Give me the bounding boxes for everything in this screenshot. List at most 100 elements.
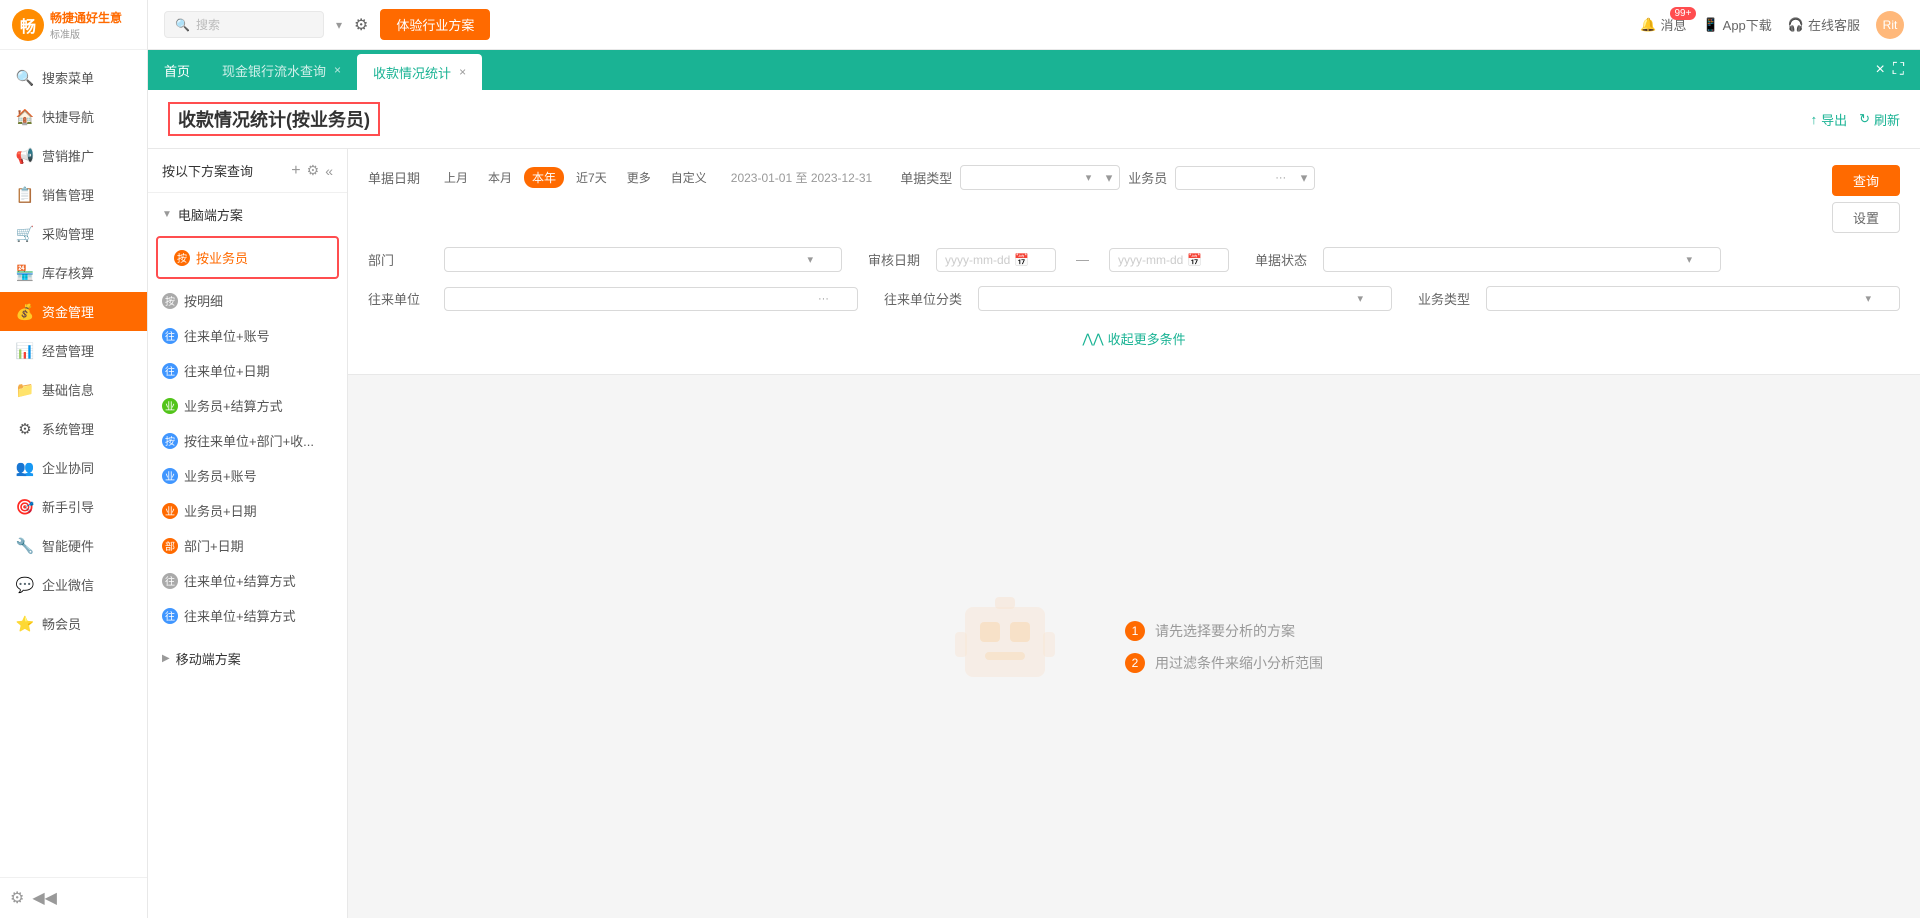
logo-area: 畅 畅捷通好生意 标准版 bbox=[0, 0, 147, 50]
tree-item-salesperson-date[interactable]: 业 业务员+日期 bbox=[148, 493, 347, 528]
tab-bar: 首页 现金银行流水查询 × 收款情况统计 × × ⛶ bbox=[148, 50, 1920, 90]
step-2-number: 2 bbox=[1125, 653, 1145, 673]
refresh-icon: ↻ bbox=[1859, 111, 1870, 127]
voucher-type-label: 单据类型 bbox=[900, 168, 952, 187]
date-tab-more[interactable]: 更多 bbox=[619, 167, 659, 188]
panel-header-title: 按以下方案查询 bbox=[162, 161, 253, 180]
audit-date-label: 审核日期 bbox=[868, 250, 920, 269]
partner-settlement1-icon: 往 bbox=[162, 573, 178, 589]
collapse-sidebar-icon[interactable]: ◀◀ bbox=[32, 888, 57, 908]
tree-item-salesperson-settlement[interactable]: 业 业务员+结算方式 bbox=[148, 388, 347, 423]
partner-account-icon: 往 bbox=[162, 328, 178, 344]
tree-item-dept-date[interactable]: 部 部门+日期 bbox=[148, 528, 347, 563]
date-tab-this-month[interactable]: 本月 bbox=[480, 167, 520, 188]
detail-item-icon: 按 bbox=[162, 293, 178, 309]
audit-date-start[interactable]: yyyy-mm-dd 📅 bbox=[936, 248, 1056, 272]
messages-button[interactable]: 🔔 消息 99+ bbox=[1640, 15, 1686, 34]
calendar-icon-end: 📅 bbox=[1187, 253, 1202, 267]
sidebar-item-sales[interactable]: 📋 销售管理 bbox=[0, 175, 147, 214]
tree-item-partner-settlement2[interactable]: 往 往来单位+结算方式 bbox=[148, 598, 347, 633]
page-header: 收款情况统计(按业务员) ↑ 导出 ↻ 刷新 bbox=[148, 90, 1920, 149]
biz-type-select[interactable]: ▾ bbox=[1486, 286, 1900, 311]
tree-group-desktop-title[interactable]: ▼ 电脑端方案 bbox=[148, 197, 347, 232]
sidebar-item-inventory[interactable]: 🏪 库存核算 bbox=[0, 253, 147, 292]
collapse-row: ⋀⋀ 收起更多条件 bbox=[368, 319, 1900, 358]
logo-icon: 畅 bbox=[12, 9, 44, 41]
salesperson-date-icon: 业 bbox=[162, 503, 178, 519]
settings-bottom-icon[interactable]: ⚙ bbox=[10, 888, 24, 908]
settings-button[interactable]: 设置 bbox=[1832, 202, 1900, 233]
date-tab-last-month[interactable]: 上月 bbox=[436, 167, 476, 188]
sidebar-item-member[interactable]: ⭐ 畅会员 bbox=[0, 604, 147, 643]
purchase-icon: 🛒 bbox=[16, 225, 34, 243]
sidebar-item-marketing[interactable]: 📢 营销推广 bbox=[0, 136, 147, 175]
salesperson-select-wrapper: ··· bbox=[1175, 166, 1315, 190]
export-button[interactable]: ↑ 导出 bbox=[1811, 110, 1848, 129]
sidebar-item-guide[interactable]: 🎯 新手引导 bbox=[0, 487, 147, 526]
dept-select[interactable]: ▾ bbox=[444, 247, 842, 272]
audit-date-end[interactable]: yyyy-mm-dd 📅 bbox=[1109, 248, 1229, 272]
tree-item-partner-dept[interactable]: 按 按往来单位+部门+收... bbox=[148, 423, 347, 458]
dept-date-icon: 部 bbox=[162, 538, 178, 554]
enterprise-icon: 👥 bbox=[16, 459, 34, 477]
panel-header-icons: + ⚙ « bbox=[291, 162, 333, 180]
tab-collection-stats-close[interactable]: × bbox=[459, 65, 466, 79]
page-content: 收款情况统计(按业务员) ↑ 导出 ↻ 刷新 按以下方案查询 + bbox=[148, 90, 1920, 918]
partner-category-select[interactable]: ▾ bbox=[978, 286, 1392, 311]
date-tab-custom[interactable]: 自定义 bbox=[663, 167, 715, 188]
sidebar-item-quicknav[interactable]: 🏠 快捷导航 bbox=[0, 97, 147, 136]
panel-collapse-icon[interactable]: « bbox=[325, 163, 333, 179]
sidebar-item-system[interactable]: ⚙ 系统管理 bbox=[0, 409, 147, 448]
trial-button[interactable]: 体验行业方案 bbox=[380, 9, 490, 40]
tab-expand-button[interactable]: ⛶ bbox=[1893, 61, 1904, 79]
salesperson-select[interactable]: ··· bbox=[1175, 166, 1315, 190]
refresh-button[interactable]: ↻ 刷新 bbox=[1859, 110, 1900, 129]
sidebar-item-wechat[interactable]: 💬 企业微信 bbox=[0, 565, 147, 604]
tab-close-all-button[interactable]: × bbox=[1875, 61, 1884, 79]
partner-select[interactable]: ··· bbox=[444, 287, 858, 311]
partner-settlement2-icon: 往 bbox=[162, 608, 178, 624]
tree-item-partner-settlement1[interactable]: 往 往来单位+结算方式 bbox=[148, 563, 347, 598]
panel-header: 按以下方案查询 + ⚙ « bbox=[148, 149, 347, 193]
tab-bank-flow-close[interactable]: × bbox=[334, 63, 341, 77]
header-gear-icon[interactable]: ⚙ bbox=[354, 15, 368, 35]
hardware-icon: 🔧 bbox=[16, 537, 34, 555]
tree-item-by-salesperson[interactable]: 按 按业务员 bbox=[160, 240, 335, 275]
tree-item-partner-date[interactable]: 往 往来单位+日期 bbox=[148, 353, 347, 388]
empty-step-1: 1 请先选择要分析的方案 bbox=[1125, 621, 1323, 641]
sidebar-item-basic-info[interactable]: 📁 基础信息 bbox=[0, 370, 147, 409]
tab-collection-stats[interactable]: 收款情况统计 × bbox=[357, 54, 482, 90]
tree-group-mobile-title[interactable]: ▶ 移动端方案 bbox=[148, 641, 347, 676]
tree-item-partner-account[interactable]: 往 往来单位+账号 bbox=[148, 318, 347, 353]
system-icon: ⚙ bbox=[16, 420, 34, 438]
sidebar-item-hardware[interactable]: 🔧 智能硬件 bbox=[0, 526, 147, 565]
collapse-button[interactable]: ⋀⋀ 收起更多条件 bbox=[368, 319, 1900, 358]
online-service-button[interactable]: 🎧 在线客服 bbox=[1788, 15, 1860, 34]
voucher-status-select[interactable]: ▾ bbox=[1323, 247, 1721, 272]
tree-item-salesperson-account[interactable]: 业 业务员+账号 bbox=[148, 458, 347, 493]
header-workspace-dropdown[interactable]: ▾ bbox=[336, 18, 342, 32]
user-avatar[interactable]: Rit bbox=[1876, 11, 1904, 39]
date-tab-7days[interactable]: 近7天 bbox=[568, 167, 615, 188]
wechat-icon: 💬 bbox=[16, 576, 34, 594]
sidebar-item-enterprise[interactable]: 👥 企业协同 bbox=[0, 448, 147, 487]
home-icon: 🏠 bbox=[16, 108, 34, 126]
sidebar-item-finance[interactable]: 💰 资金管理 bbox=[0, 292, 147, 331]
sidebar-item-search[interactable]: 🔍 搜索菜单 bbox=[0, 58, 147, 97]
query-button[interactable]: 查询 bbox=[1832, 165, 1900, 196]
sidebar-item-purchase[interactable]: 🛒 采购管理 bbox=[0, 214, 147, 253]
tab-home[interactable]: 首页 bbox=[148, 50, 206, 90]
header-search-box[interactable]: 🔍 搜索 bbox=[164, 11, 324, 38]
panel-add-icon[interactable]: + bbox=[291, 162, 300, 180]
voucher-type-select[interactable]: ▾ bbox=[960, 165, 1120, 190]
sidebar-item-operations[interactable]: 📊 经营管理 bbox=[0, 331, 147, 370]
tree-item-detail[interactable]: 按 按明细 bbox=[148, 283, 347, 318]
guide-icon: 🎯 bbox=[16, 498, 34, 516]
voucher-type-select-wrapper: ▾ bbox=[960, 165, 1120, 190]
app-download-button[interactable]: 📱 App下载 bbox=[1702, 15, 1771, 34]
date-tab-this-year[interactable]: 本年 bbox=[524, 167, 564, 188]
panel-settings-icon[interactable]: ⚙ bbox=[307, 162, 320, 179]
partner-more-icon: ··· bbox=[818, 293, 829, 305]
main-area: 🔍 搜索 ▾ ⚙ 体验行业方案 🔔 消息 99+ 📱 App下载 🎧 在线客服 bbox=[148, 0, 1920, 918]
tab-bank-flow[interactable]: 现金银行流水查询 × bbox=[206, 50, 357, 90]
